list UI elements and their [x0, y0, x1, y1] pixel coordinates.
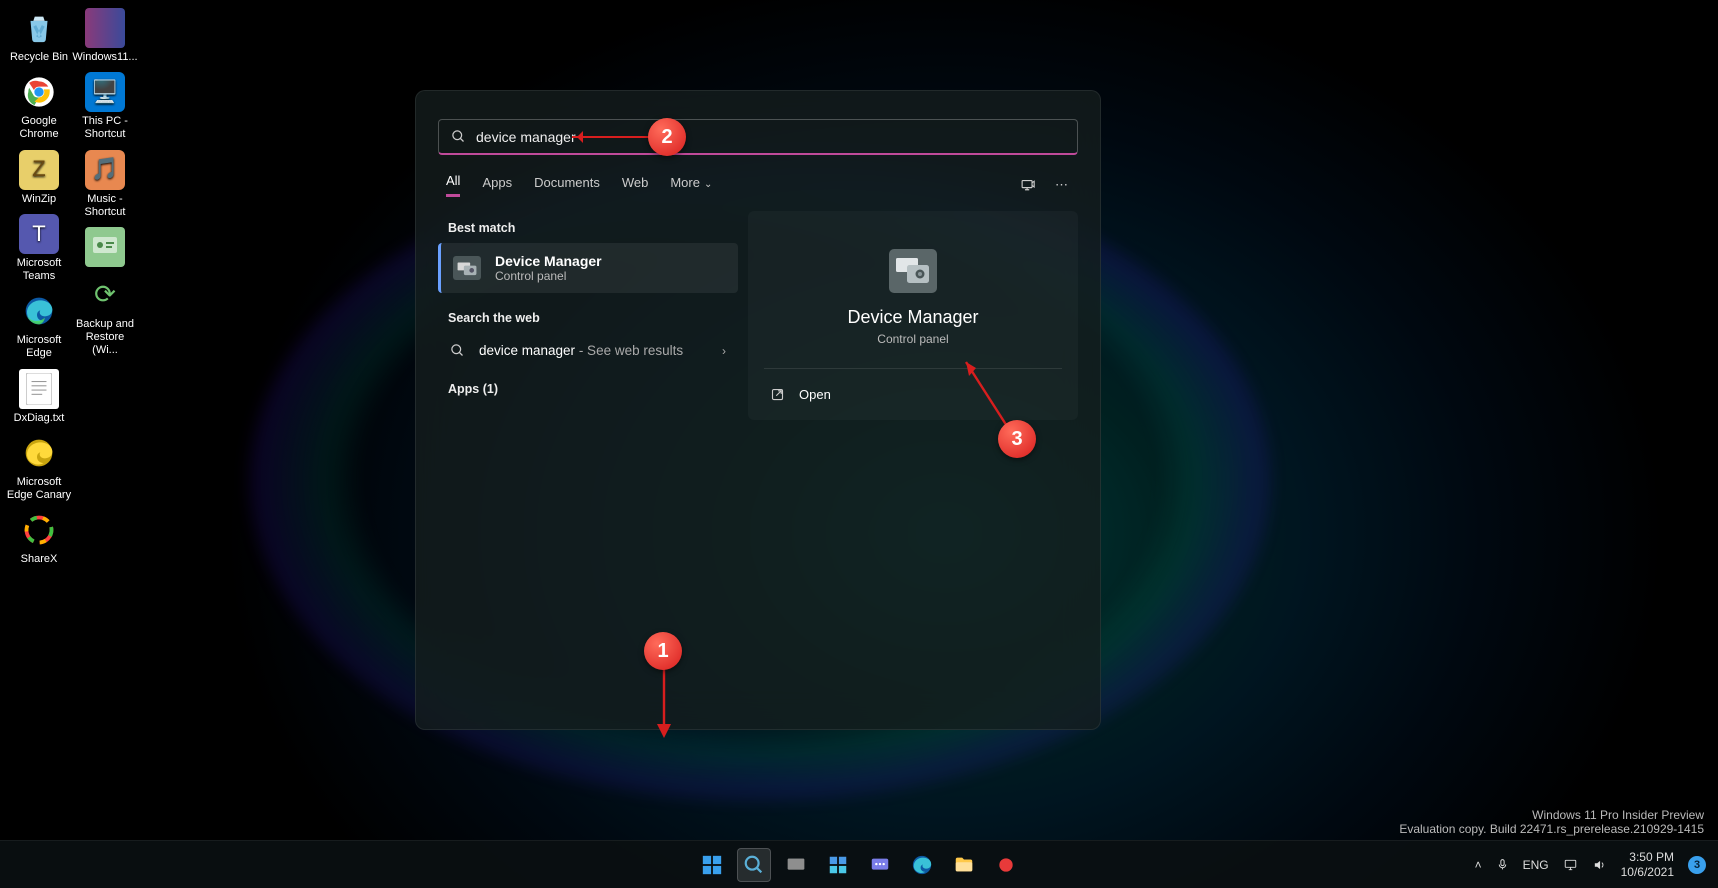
annotation-bubble-2: 2 [648, 118, 686, 156]
preview-pane: Device Manager Control panel Open [748, 211, 1078, 420]
device-manager-icon [453, 256, 481, 280]
taskbar-edge-icon[interactable] [905, 848, 939, 882]
chevron-down-icon: ⌄ [704, 179, 712, 190]
search-button[interactable] [737, 848, 771, 882]
tab-apps[interactable]: Apps [482, 175, 512, 196]
search-web-result[interactable]: device manager - See web results › [438, 333, 738, 368]
desktop-icon-this-pc[interactable]: 🖥️ This PC - Shortcut [72, 72, 138, 141]
tab-more[interactable]: More⌄ [670, 175, 712, 196]
tray-mic-icon[interactable] [1496, 857, 1509, 872]
tray-language[interactable]: ENG [1523, 858, 1549, 872]
search-input[interactable] [476, 129, 1065, 145]
taskbar-center [695, 848, 1023, 882]
tray-display-icon[interactable] [1563, 858, 1578, 872]
desktop-icon-winzip[interactable]: Z WinZip [6, 150, 72, 206]
annotation-bubble-1: 1 [644, 632, 682, 670]
desktop-icon-teams[interactable]: T Microsoft Teams [6, 214, 72, 283]
best-match-item[interactable]: Device Manager Control panel [438, 243, 738, 293]
chevron-right-icon: › [722, 344, 726, 358]
open-icon [770, 387, 785, 402]
desktop-icon-win11[interactable]: Windows11... [72, 8, 138, 64]
desktop-icon-edge-canary[interactable]: Microsoft Edge Canary [6, 433, 72, 502]
desktop-icon-dxdiag[interactable]: DxDiag.txt [6, 369, 72, 425]
system-tray: ˄ ENG 3:50 PM 10/6/2021 3 [1475, 850, 1706, 879]
tray-notification-badge[interactable]: 3 [1688, 856, 1706, 874]
desktop-icon-sharex[interactable]: ShareX [6, 510, 72, 566]
tray-volume-icon[interactable] [1592, 858, 1607, 872]
best-match-subtitle: Control panel [495, 269, 602, 283]
preview-title: Device Manager [764, 307, 1062, 328]
annotation-arrow-2 [572, 136, 652, 138]
taskview-button[interactable] [779, 848, 813, 882]
desktop-icon-music[interactable]: 🎵 Music - Shortcut [72, 150, 138, 219]
desktop-icon-chrome[interactable]: Google Chrome [6, 72, 72, 141]
desktop-icon-control-panel[interactable] [72, 227, 138, 267]
preview-subtitle: Control panel [764, 332, 1062, 346]
desktop-icon-edge[interactable]: Microsoft Edge [6, 291, 72, 360]
widgets-button[interactable] [821, 848, 855, 882]
windows-watermark: Windows 11 Pro Insider Preview Evaluatio… [1399, 808, 1704, 836]
best-match-title: Device Manager [495, 253, 602, 269]
taskbar-explorer-icon[interactable] [947, 848, 981, 882]
start-button[interactable] [695, 848, 729, 882]
taskbar-chat-icon[interactable] [863, 848, 897, 882]
search-settings-icon[interactable] [1020, 177, 1037, 194]
more-options-icon[interactable]: ⋯ [1055, 177, 1070, 194]
best-match-header: Best match [448, 221, 738, 235]
desktop-icons: Recycle Bin Google Chrome Z WinZip T Mic… [6, 6, 138, 574]
preview-icon [889, 249, 937, 293]
desktop-icon-backup-restore[interactable]: ⟳ Backup and Restore (Wi... [72, 275, 138, 358]
search-box[interactable] [438, 119, 1078, 155]
search-web-header: Search the web [448, 311, 738, 325]
tray-chevron-up-icon[interactable]: ˄ [1475, 858, 1482, 872]
annotation-arrow-1 [652, 668, 676, 740]
taskbar: ˄ ENG 3:50 PM 10/6/2021 3 [0, 840, 1718, 888]
taskbar-record-icon[interactable] [989, 848, 1023, 882]
tab-all[interactable]: All [446, 173, 460, 197]
tray-clock[interactable]: 3:50 PM 10/6/2021 [1621, 850, 1674, 879]
apps-header: Apps (1) [448, 382, 738, 396]
tab-web[interactable]: Web [622, 175, 649, 196]
search-tabs: All Apps Documents Web More⌄ ⋯ [446, 173, 1070, 197]
results-column: Best match Device Manager Control panel … [438, 211, 738, 420]
tab-documents[interactable]: Documents [534, 175, 600, 196]
search-icon [451, 129, 466, 144]
search-icon [450, 343, 465, 358]
annotation-bubble-3: 3 [998, 420, 1036, 458]
desktop-icon-recycle-bin[interactable]: Recycle Bin [6, 8, 72, 64]
